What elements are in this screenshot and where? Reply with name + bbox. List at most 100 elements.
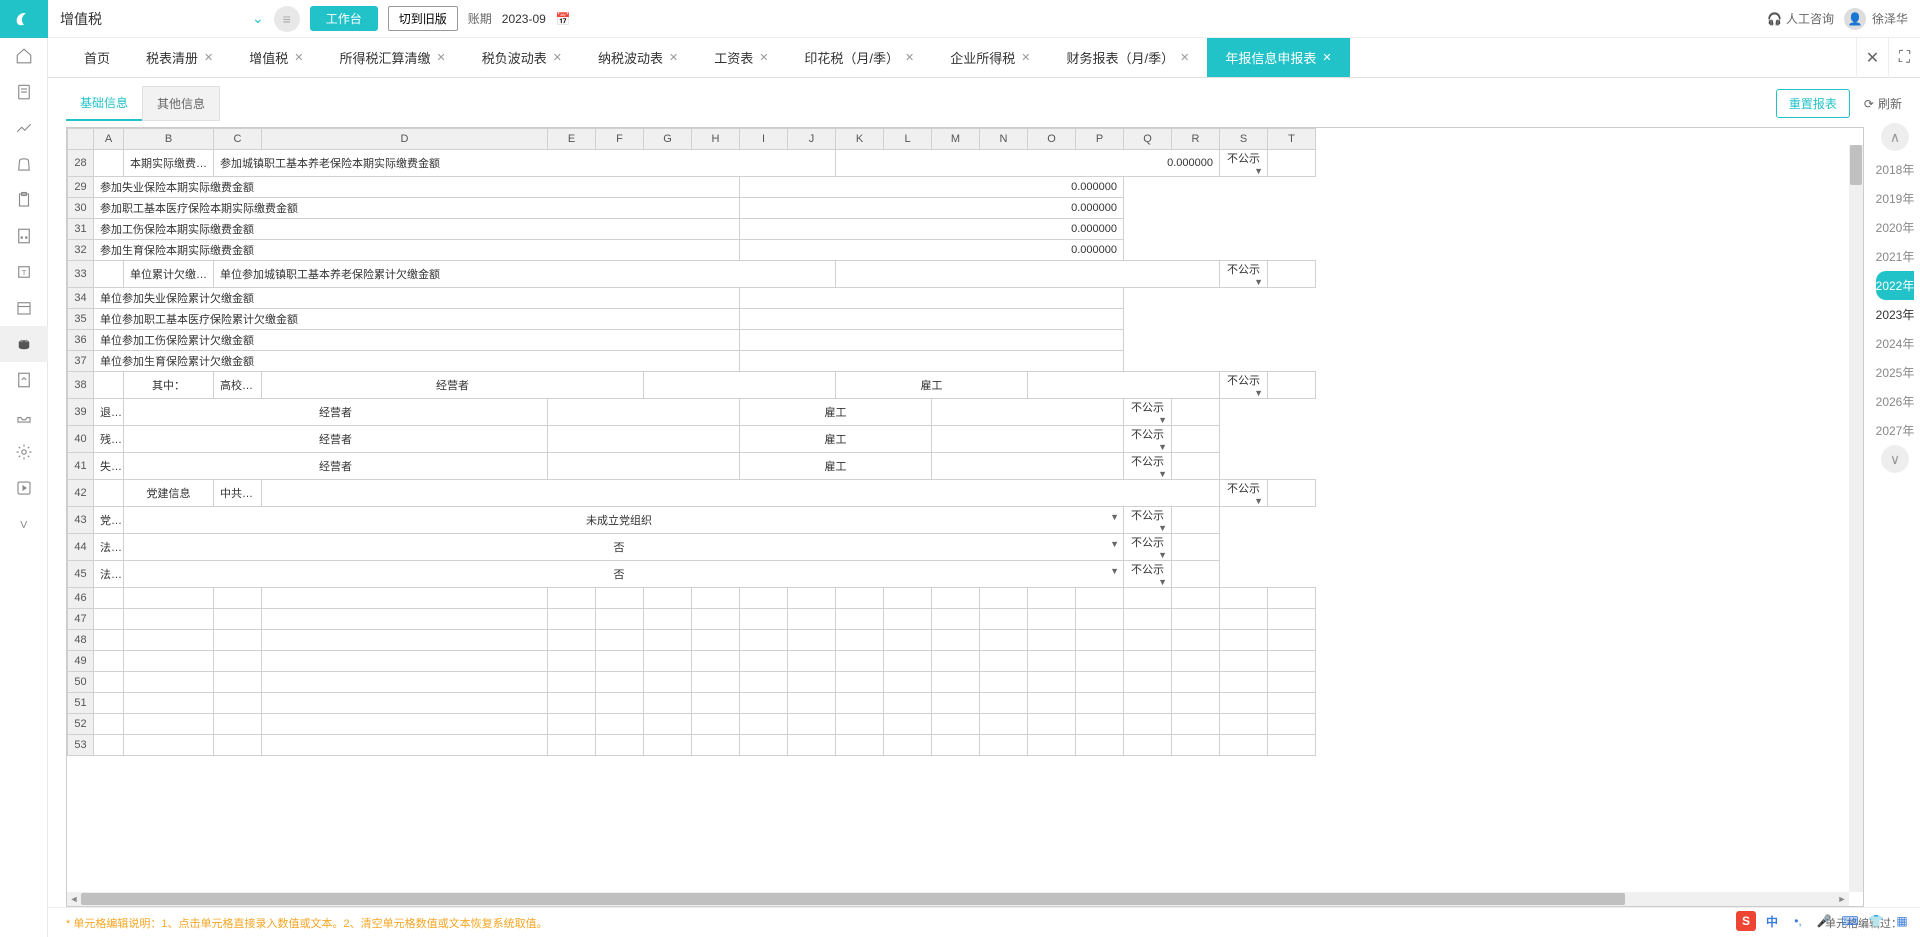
user-menu[interactable]: 👤 徐泽华 (1844, 8, 1908, 30)
tab-企业所得税[interactable]: 企业所得税✕ (932, 38, 1048, 77)
publicity-cell[interactable]: 不公示▼ (1220, 150, 1268, 177)
horizontal-scrollbar[interactable]: ◄► (67, 892, 1849, 906)
year-2026年[interactable]: 2026年 (1876, 387, 1915, 416)
tab-close-icon[interactable]: ✕ (1322, 51, 1331, 64)
help-link[interactable]: 🎧 人工咨询 (1767, 10, 1834, 27)
row-header[interactable]: 28 (68, 150, 94, 177)
ime-voice-icon[interactable]: 🎤 (1814, 911, 1834, 931)
nav-settings-icon[interactable] (0, 434, 48, 470)
col-header-T[interactable]: T (1268, 129, 1316, 150)
col-header-R[interactable]: R (1172, 129, 1220, 150)
tab-close-icon[interactable]: ✕ (759, 51, 768, 64)
tab-所得税汇算清缴[interactable]: 所得税汇算清缴✕ (321, 38, 463, 77)
col-header-C[interactable]: C (214, 129, 262, 150)
col-header-A[interactable]: A (94, 129, 124, 150)
tab-首页[interactable]: 首页 (66, 38, 128, 77)
col-header-D[interactable]: D (262, 129, 548, 150)
publicity-cell[interactable]: 不公示▼ (1124, 453, 1172, 480)
row-header[interactable]: 46 (68, 588, 94, 609)
ime-tools-icon[interactable]: ▦ (1892, 911, 1912, 931)
value-cell[interactable]: 0.000000 (836, 150, 1220, 177)
switch-version-button[interactable]: 切到旧版 (388, 6, 458, 31)
value-cell[interactable]: 0.000000 (740, 198, 1124, 219)
row-header[interactable]: 38 (68, 372, 94, 399)
nav-chart-icon[interactable] (0, 110, 48, 146)
year-2027年[interactable]: 2027年 (1876, 416, 1915, 445)
info-circle-icon[interactable]: ≡ (274, 6, 300, 32)
nav-home-icon[interactable] (0, 38, 48, 74)
vertical-scrollbar[interactable] (1849, 145, 1863, 892)
year-2025年[interactable]: 2025年 (1876, 358, 1915, 387)
nav-export-icon[interactable] (0, 362, 48, 398)
tab-财务报表（月/季）[interactable]: 财务报表（月/季）✕ (1049, 38, 1208, 77)
value-cell[interactable] (740, 309, 1124, 330)
year-scroll-up-button[interactable]: ∧ (1881, 123, 1909, 151)
row-header[interactable]: 37 (68, 351, 94, 372)
calendar-icon[interactable]: 📅 (556, 12, 571, 26)
tab-close-icon[interactable]: ✕ (294, 51, 303, 64)
nav-doc-icon[interactable] (0, 74, 48, 110)
app-logo[interactable] (0, 0, 48, 38)
row-header[interactable]: 36 (68, 330, 94, 351)
value-cell[interactable]: 0.000000 (740, 177, 1124, 198)
col-header-J[interactable]: J (788, 129, 836, 150)
nav-inbox-icon[interactable] (0, 398, 48, 434)
publicity-cell[interactable]: 不公示▼ (1220, 480, 1268, 507)
expand-button[interactable]: ⛶ (1888, 38, 1920, 78)
ime-lang-icon[interactable]: 中 (1762, 911, 1782, 931)
value-cell[interactable]: 0.000000 (740, 219, 1124, 240)
nav-active-icon[interactable] (0, 326, 48, 362)
subtab-basic[interactable]: 基础信息 (66, 86, 142, 121)
year-2022年[interactable]: 2022年 (1876, 271, 1915, 300)
publicity-cell[interactable]: 不公示▼ (1220, 261, 1268, 288)
publicity-cell[interactable]: 不公示▼ (1124, 561, 1172, 588)
col-header-I[interactable]: I (740, 129, 788, 150)
year-2021年[interactable]: 2021年 (1876, 242, 1915, 271)
value-cell[interactable] (740, 330, 1124, 351)
col-header-M[interactable]: M (932, 129, 980, 150)
col-header-N[interactable]: N (980, 129, 1028, 150)
tax-type-dropdown[interactable]: 增值税 ⌄ (60, 9, 264, 29)
corner-cell[interactable] (68, 129, 94, 150)
year-2024年[interactable]: 2024年 (1876, 329, 1915, 358)
tab-close-icon[interactable]: ✕ (905, 51, 914, 64)
tab-年报信息申报表[interactable]: 年报信息申报表✕ (1207, 38, 1349, 77)
col-header-E[interactable]: E (548, 129, 596, 150)
nav-calendar-icon[interactable] (0, 290, 48, 326)
col-header-F[interactable]: F (596, 129, 644, 150)
tab-close-icon[interactable]: ✕ (669, 51, 678, 64)
row-header[interactable]: 51 (68, 693, 94, 714)
col-header-B[interactable]: B (124, 129, 214, 150)
nav-clipboard-icon[interactable] (0, 182, 48, 218)
row-header[interactable]: 47 (68, 609, 94, 630)
row-header[interactable]: 33 (68, 261, 94, 288)
tab-增值税[interactable]: 增值税✕ (231, 38, 321, 77)
refresh-button[interactable]: ⟳ 刷新 (1864, 95, 1902, 112)
tab-印花税（月/季）[interactable]: 印花税（月/季）✕ (786, 38, 932, 77)
col-header-G[interactable]: G (644, 129, 692, 150)
ime-toolbar[interactable]: S 中 •, 🎤 ⌨ 👕 ▦ (1736, 911, 1912, 931)
row-header[interactable]: 29 (68, 177, 94, 198)
reset-report-button[interactable]: 重置报表 (1776, 89, 1850, 118)
tab-close-icon[interactable]: ✕ (553, 51, 562, 64)
publicity-cell[interactable]: 不公示▼ (1124, 399, 1172, 426)
tab-close-icon[interactable]: ✕ (1021, 51, 1030, 64)
row-header[interactable]: 42 (68, 480, 94, 507)
row-header[interactable]: 43 (68, 507, 94, 534)
publicity-cell[interactable]: 不公示▼ (1124, 426, 1172, 453)
value-cell[interactable]: 0.000000 (740, 240, 1124, 261)
ime-keyboard-icon[interactable]: ⌨ (1840, 911, 1860, 931)
row-header[interactable]: 39 (68, 399, 94, 426)
value-cell[interactable]: 未成立党组织▼ (124, 507, 1124, 534)
row-header[interactable]: 31 (68, 219, 94, 240)
row-header[interactable]: 53 (68, 735, 94, 756)
row-header[interactable]: 48 (68, 630, 94, 651)
row-header[interactable]: 52 (68, 714, 94, 735)
nav-bag-icon[interactable] (0, 146, 48, 182)
publicity-cell[interactable]: 不公示▼ (1220, 372, 1268, 399)
col-header-O[interactable]: O (1028, 129, 1076, 150)
col-header-S[interactable]: S (1220, 129, 1268, 150)
row-header[interactable]: 45 (68, 561, 94, 588)
value-cell[interactable]: 否▼ (124, 534, 1124, 561)
row-header[interactable]: 35 (68, 309, 94, 330)
